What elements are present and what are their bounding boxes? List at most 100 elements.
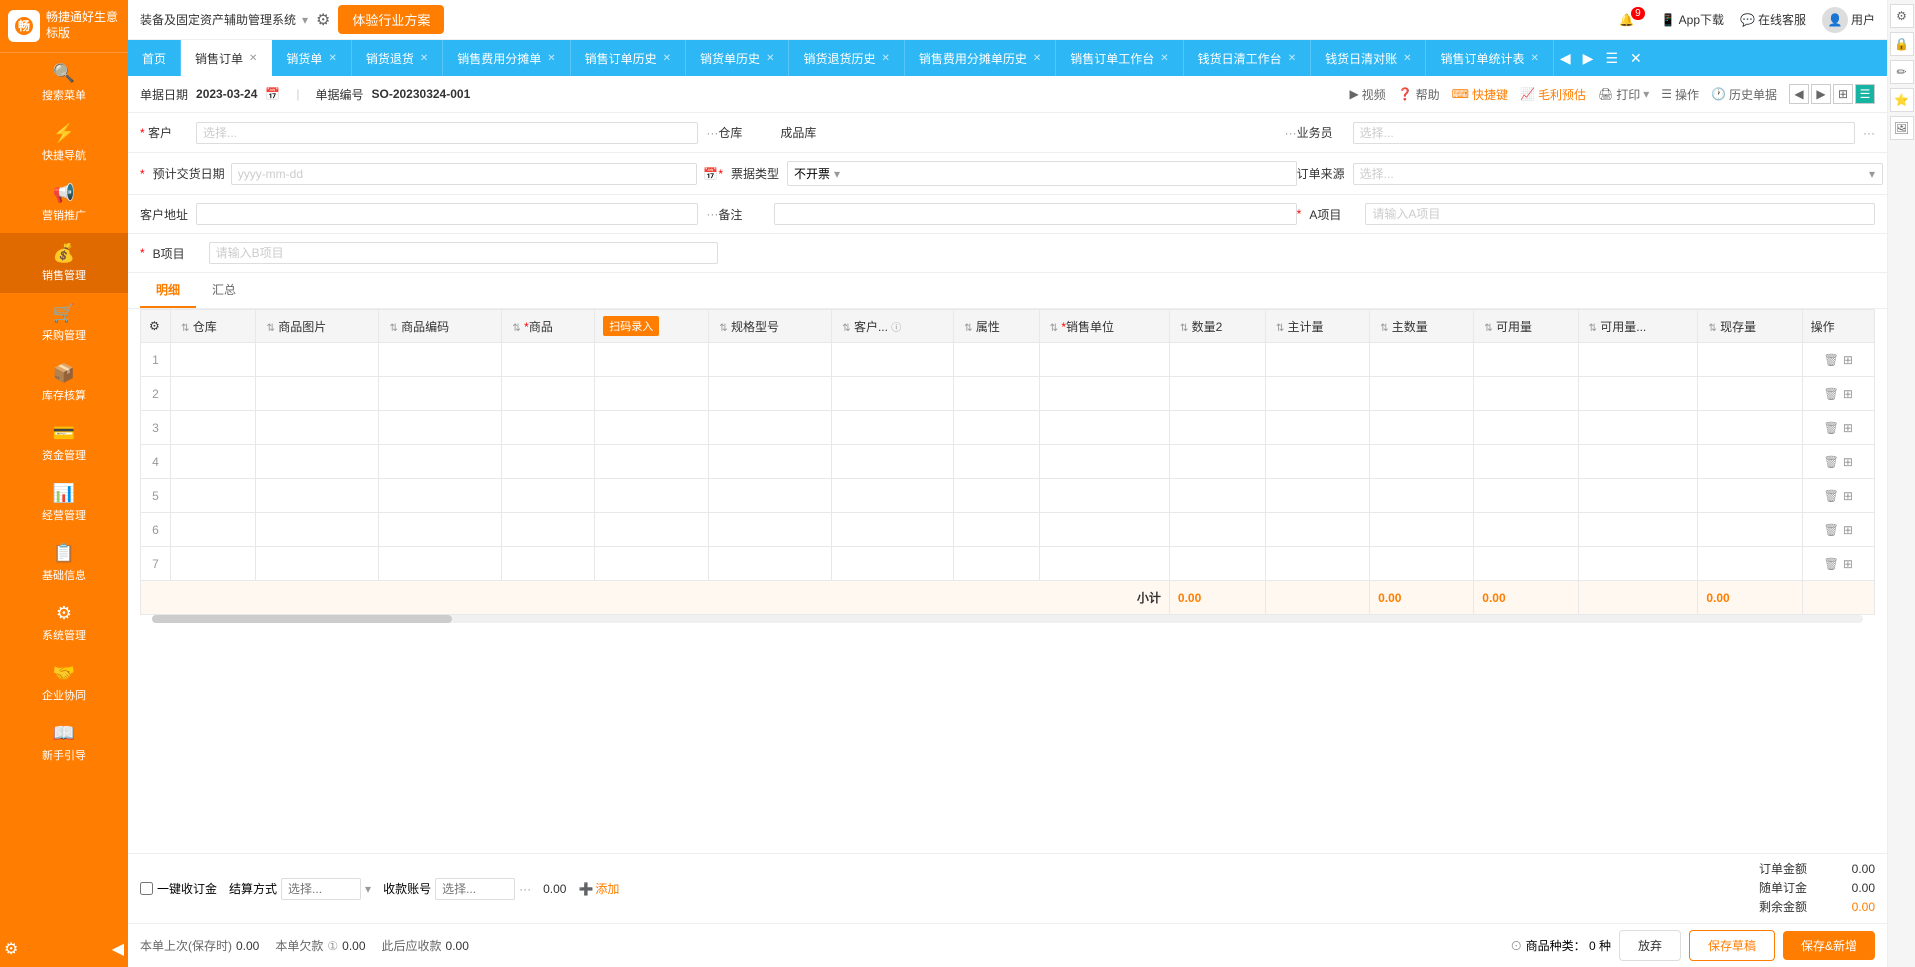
tab-cash-reconcile[interactable]: 钱货日清对账 ✕ <box>1311 40 1426 76</box>
invoice-select[interactable]: 不开票 ▾ <box>787 161 1297 186</box>
cell-warehouse[interactable] <box>171 377 256 411</box>
history-btn[interactable]: 🕐 历史单据 <box>1711 86 1777 103</box>
shortcut-btn[interactable]: ⌨ 快捷键 <box>1452 86 1508 103</box>
sidebar-item-inventory[interactable]: 📦 库存核算 <box>0 353 128 413</box>
cell-available2[interactable] <box>1578 343 1698 377</box>
cell-customer-code[interactable] <box>832 343 954 377</box>
tab-close-icon[interactable]: ✕ <box>1288 53 1296 64</box>
cell-available[interactable] <box>1474 377 1578 411</box>
payment-method-input[interactable] <box>281 878 361 900</box>
cell-customer-code[interactable] <box>832 377 954 411</box>
right-star-icon[interactable]: ⭐ <box>1890 88 1914 112</box>
tab-close-icon[interactable]: ✕ <box>420 53 428 64</box>
sidebar-item-guide[interactable]: 📖 新手引导 <box>0 713 128 773</box>
tab-cash-workbench[interactable]: 钱货日清工作台 ✕ <box>1184 40 1311 76</box>
tab-close-icon[interactable]: ✕ <box>663 53 671 64</box>
sidebar-settings-icon[interactable]: ⚙ <box>4 939 18 959</box>
customer-input[interactable] <box>196 122 698 144</box>
a-project-input[interactable] <box>1365 203 1875 225</box>
tab-close-icon[interactable]: ✕ <box>1531 53 1539 64</box>
detail-tab-huizong[interactable]: 汇总 <box>196 273 252 308</box>
sidebar-item-system[interactable]: ⚙ 系统管理 <box>0 593 128 653</box>
th-settings[interactable]: ⚙ <box>141 310 171 343</box>
cell-attribute[interactable] <box>954 377 1039 411</box>
tab-sales-stats[interactable]: 销售订单统计表 ✕ <box>1426 40 1553 76</box>
cell-spec[interactable] <box>709 377 832 411</box>
copy-row-icon[interactable]: ⊞ <box>1843 353 1853 367</box>
sidebar-item-sales[interactable]: 💰 销售管理 <box>0 233 128 293</box>
next-record-btn[interactable]: ▶ <box>1811 84 1831 104</box>
cell-warehouse[interactable] <box>171 343 256 377</box>
scrollbar-thumb[interactable] <box>152 615 452 623</box>
cell-image[interactable] <box>256 343 379 377</box>
cell-warehouse[interactable] <box>171 411 256 445</box>
delete-row-icon[interactable]: 🗑 <box>1824 387 1839 401</box>
address-input[interactable] <box>196 203 698 225</box>
order-source-arrow-icon[interactable]: ▾ <box>1869 167 1875 181</box>
cell-stock[interactable] <box>1698 377 1802 411</box>
cell-code[interactable] <box>379 343 502 377</box>
customer-more-icon[interactable]: ··· <box>706 126 718 140</box>
cell-available2[interactable] <box>1578 377 1698 411</box>
sidebar-item-marketing[interactable]: 📢 营销推广 <box>0 173 128 233</box>
tab-home[interactable]: 首页 <box>128 40 181 76</box>
tab-sales-order[interactable]: 销售订单 ✕ <box>181 40 272 76</box>
tab-sales-invoice[interactable]: 销货单 ✕ <box>272 40 351 76</box>
cell-attribute[interactable] <box>954 343 1039 377</box>
tab-close-icon[interactable]: ✕ <box>328 53 336 64</box>
copy-row-icon[interactable]: ⊞ <box>1843 489 1853 503</box>
salesperson-more-icon[interactable]: ··· <box>1863 126 1875 140</box>
sidebar-item-purchase[interactable]: 🛒 采购管理 <box>0 293 128 353</box>
sidebar-item-enterprise[interactable]: 🤝 企业协同 <box>0 653 128 713</box>
sidebar-item-quicknav[interactable]: ⚡ 快捷导航 <box>0 113 128 173</box>
view-btn[interactable]: ▶ 视频 <box>1349 86 1385 103</box>
profit-btn[interactable]: 📈 毛利预估 <box>1520 86 1586 103</box>
online-service-btn[interactable]: 💬 在线客服 <box>1740 11 1806 28</box>
cell-qty2[interactable] <box>1169 377 1265 411</box>
copy-row-icon[interactable]: ⊞ <box>1843 557 1853 571</box>
sidebar-collapse-icon[interactable]: ◀ <box>112 939 124 959</box>
order-source-input[interactable] <box>1353 163 1883 185</box>
cell-main-qty[interactable] <box>1370 343 1474 377</box>
payment-arrow-icon[interactable]: ▾ <box>365 882 371 896</box>
detail-tab-mingxi[interactable]: 明细 <box>140 273 196 308</box>
sidebar-item-operations[interactable]: 📊 经营管理 <box>0 473 128 533</box>
tab-return-history[interactable]: 销货退货历史 ✕ <box>789 40 904 76</box>
tab-next-btn[interactable]: ▶ <box>1577 40 1600 76</box>
tab-sales-order-history[interactable]: 销售订单历史 ✕ <box>571 40 686 76</box>
cell-product[interactable] <box>502 377 595 411</box>
right-edit-icon[interactable]: ✏ <box>1890 60 1914 84</box>
copy-row-icon[interactable]: ⊞ <box>1843 455 1853 469</box>
notes-input[interactable] <box>774 203 1296 225</box>
cell-main-qty[interactable] <box>1370 377 1474 411</box>
tab-close-icon[interactable]: ✕ <box>249 53 257 64</box>
scan-btn[interactable]: 扫码录入 <box>603 316 659 336</box>
one-click-label[interactable]: 一键收订金 <box>140 880 217 897</box>
cell-main-unit[interactable] <box>1265 343 1369 377</box>
save-new-button[interactable]: 保存&新增 <box>1783 931 1875 960</box>
delivery-date-input[interactable] <box>231 163 698 185</box>
tab-sales-return[interactable]: 销货退货 ✕ <box>352 40 443 76</box>
delete-row-icon[interactable]: 🗑 <box>1824 353 1839 367</box>
user-menu[interactable]: 👤 用户 <box>1822 7 1875 33</box>
discard-button[interactable]: 放弃 <box>1619 930 1681 961</box>
copy-row-icon[interactable]: ⊞ <box>1843 523 1853 537</box>
address-more-icon[interactable]: ··· <box>706 207 718 221</box>
dropdown-arrow-icon[interactable]: ▾ <box>302 13 308 27</box>
sidebar-item-finance[interactable]: 💳 资金管理 <box>0 413 128 473</box>
cell-spec[interactable] <box>709 343 832 377</box>
b-project-input[interactable] <box>209 242 719 264</box>
sidebar-item-basic[interactable]: 📋 基础信息 <box>0 533 128 593</box>
receipt-account-input[interactable] <box>435 878 515 900</box>
add-btn[interactable]: ➕ 添加 <box>578 880 619 897</box>
tab-prev-btn[interactable]: ◀ <box>1554 40 1577 76</box>
delete-row-icon[interactable]: 🗑 <box>1824 557 1839 571</box>
warehouse-more-icon[interactable]: ··· <box>1285 126 1297 140</box>
delete-row-icon[interactable]: 🗑 <box>1824 455 1839 469</box>
cell-qty2[interactable] <box>1169 343 1265 377</box>
action-btn[interactable]: ☰ 操作 <box>1661 86 1699 103</box>
cell-main-unit[interactable] <box>1265 377 1369 411</box>
solution-button[interactable]: 体验行业方案 <box>338 5 444 34</box>
help-btn[interactable]: ❓ 帮助 <box>1398 86 1440 103</box>
tab-close-icon[interactable]: ✕ <box>766 53 774 64</box>
